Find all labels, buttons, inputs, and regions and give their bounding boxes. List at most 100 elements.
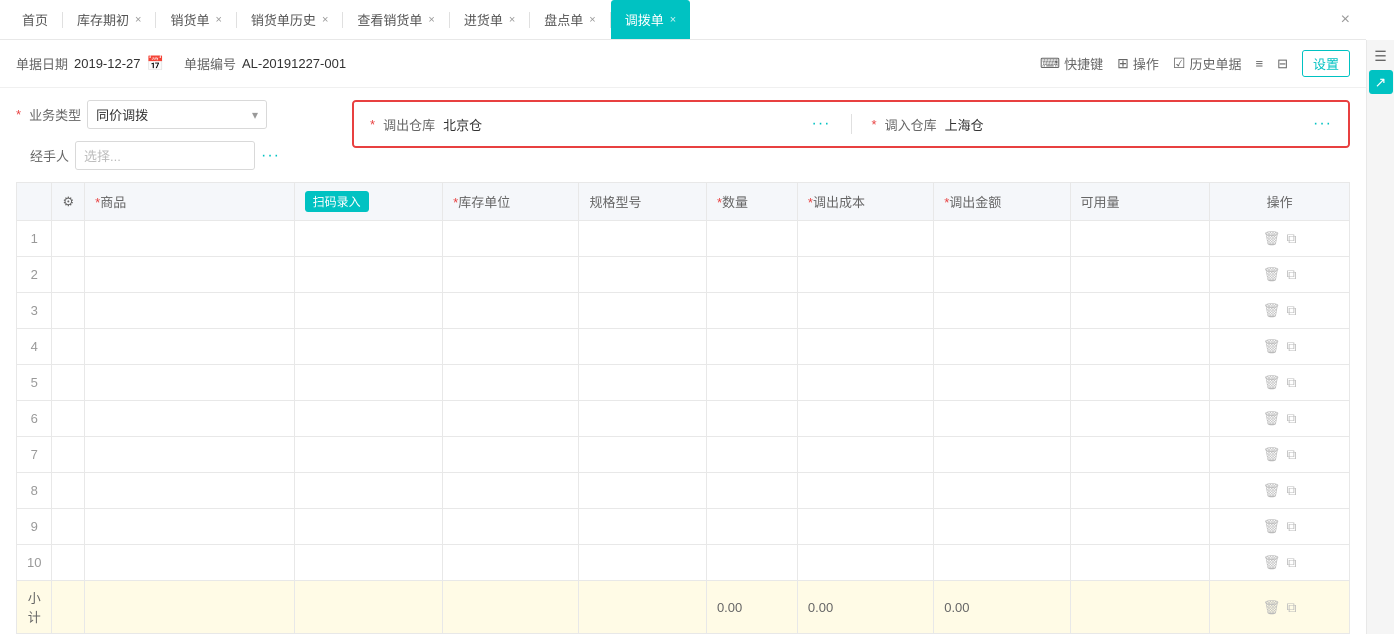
row-delete-icon[interactable]: 🗑	[1263, 374, 1281, 391]
row-copy-icon[interactable]: ⧉	[1287, 338, 1297, 355]
tab-bar: 首页 库存期初 × 销货单 × 销货单历史 × 查看销货单 × 进货单 × 盘点…	[0, 0, 1366, 40]
calendar-icon[interactable]: 📅	[147, 55, 164, 72]
row-quantity	[706, 545, 797, 581]
tab-sales-order[interactable]: 销货单 ×	[156, 0, 235, 39]
row-delete-icon[interactable]: 🗑	[1263, 302, 1281, 319]
handler-select[interactable]: 选择...	[75, 141, 255, 170]
row-copy-icon[interactable]: ⧉	[1287, 374, 1297, 391]
row-copy-icon[interactable]: ⧉	[1287, 599, 1297, 616]
row-unit	[443, 257, 579, 293]
row-delete-icon[interactable]: 🗑	[1263, 554, 1281, 571]
operations-button[interactable]: ⊞ 操作	[1117, 54, 1159, 73]
col-num	[17, 183, 52, 221]
row-product[interactable]	[85, 257, 295, 293]
row-product[interactable]	[85, 437, 295, 473]
row-copy-icon[interactable]: ⧉	[1287, 230, 1297, 247]
shortcuts-button[interactable]: ⌨ 快捷键	[1040, 54, 1103, 73]
gear-icon[interactable]: ⚙	[62, 194, 74, 209]
table-container: ⚙ *商品 扫码录入 *库存单位 规格型号 *数量	[0, 182, 1366, 634]
row-gear-cell	[52, 257, 85, 293]
scan-button[interactable]: 扫码录入	[305, 191, 369, 212]
row-product[interactable]	[85, 509, 295, 545]
row-quantity	[706, 257, 797, 293]
row-product[interactable]	[85, 545, 295, 581]
row-copy-icon[interactable]: ⧉	[1287, 446, 1297, 463]
sidebar-export-icon[interactable]: ↗	[1369, 70, 1393, 94]
col-amount: *调出金额	[934, 183, 1070, 221]
tab-close-sales-history[interactable]: ×	[322, 14, 328, 26]
row-amount	[934, 401, 1070, 437]
layout2-button[interactable]: ⊟	[1277, 56, 1288, 72]
row-unit	[443, 293, 579, 329]
row-delete-icon[interactable]: 🗑	[1263, 230, 1281, 247]
tab-sales-history[interactable]: 销货单历史 ×	[237, 0, 342, 39]
business-type-select[interactable]: 同价调拨 ▾	[87, 100, 267, 129]
row-copy-icon[interactable]: ⧉	[1287, 302, 1297, 319]
tab-close-view-sales[interactable]: ×	[428, 14, 434, 26]
row-copy-icon[interactable]: ⧉	[1287, 266, 1297, 283]
row-copy-icon[interactable]: ⧉	[1287, 482, 1297, 499]
row-scan	[294, 221, 442, 257]
history-button[interactable]: ☑ 历史单据	[1173, 54, 1242, 73]
transfer-in-required: *	[872, 117, 877, 132]
row-cost: 0.00	[797, 581, 933, 634]
tab-purchase-order[interactable]: 进货单 ×	[450, 0, 529, 39]
row-product[interactable]	[85, 581, 295, 634]
row-product[interactable]	[85, 365, 295, 401]
shortcuts-label: 快捷键	[1064, 54, 1103, 73]
row-product[interactable]	[85, 293, 295, 329]
row-amount	[934, 221, 1070, 257]
row-product[interactable]	[85, 221, 295, 257]
tab-transfer[interactable]: 调拨单 ×	[611, 0, 690, 39]
row-delete-icon[interactable]: 🗑	[1263, 266, 1281, 283]
tab-view-sales[interactable]: 查看销货单 ×	[343, 0, 448, 39]
global-close-button[interactable]: ×	[1333, 11, 1358, 29]
warehouse-divider	[851, 114, 852, 134]
tab-stocktake[interactable]: 盘点单 ×	[530, 0, 609, 39]
layout1-icon: ≡	[1255, 56, 1263, 71]
row-available	[1070, 365, 1210, 401]
tab-inventory-init[interactable]: 库存期初 ×	[63, 0, 155, 39]
layout1-button[interactable]: ≡	[1255, 56, 1263, 71]
row-quantity	[706, 293, 797, 329]
row-delete-icon[interactable]: 🗑	[1263, 482, 1281, 499]
row-gear-cell	[52, 473, 85, 509]
row-delete-icon[interactable]: 🗑	[1263, 446, 1281, 463]
col-scan: 扫码录入	[294, 183, 442, 221]
transfer-out-more-icon[interactable]: ···	[812, 115, 831, 133]
row-action: 🗑 ⧉	[1210, 365, 1350, 401]
row-copy-icon[interactable]: ⧉	[1287, 410, 1297, 427]
tab-close-purchase-order[interactable]: ×	[509, 14, 515, 26]
tab-close-inventory-init[interactable]: ×	[135, 14, 141, 26]
tab-close-stocktake[interactable]: ×	[589, 14, 595, 26]
row-product[interactable]	[85, 329, 295, 365]
row-quantity	[706, 365, 797, 401]
tab-close-transfer[interactable]: ×	[670, 14, 676, 26]
tab-close-sales-order[interactable]: ×	[215, 14, 221, 26]
row-copy-icon[interactable]: ⧉	[1287, 554, 1297, 571]
row-unit	[443, 545, 579, 581]
settings-button[interactable]: 设置	[1302, 50, 1350, 77]
row-product[interactable]	[85, 401, 295, 437]
row-available	[1070, 329, 1210, 365]
handler-placeholder: 选择...	[84, 146, 121, 165]
row-delete-icon[interactable]: 🗑	[1263, 599, 1281, 616]
row-gear-cell	[52, 545, 85, 581]
sidebar-list-icon[interactable]: ☰	[1369, 44, 1393, 68]
row-number: 7	[17, 437, 52, 473]
transfer-in-label: 调入仓库	[885, 115, 937, 134]
handler-more-icon[interactable]: ···	[261, 147, 280, 165]
row-delete-icon[interactable]: 🗑	[1263, 338, 1281, 355]
table-row: 小计 0.00 0.00 0.00 🗑 ⧉	[17, 581, 1350, 634]
col-gear: ⚙	[52, 183, 85, 221]
table-row: 10 🗑 ⧉	[17, 545, 1350, 581]
row-delete-icon[interactable]: 🗑	[1263, 410, 1281, 427]
history-icon: ☑	[1173, 55, 1186, 72]
row-copy-icon[interactable]: ⧉	[1287, 518, 1297, 535]
transfer-in-more-icon[interactable]: ···	[1313, 115, 1332, 133]
row-scan	[294, 473, 442, 509]
row-product[interactable]	[85, 473, 295, 509]
tab-home[interactable]: 首页	[8, 0, 62, 39]
operations-label: 操作	[1133, 54, 1159, 73]
row-delete-icon[interactable]: 🗑	[1263, 518, 1281, 535]
